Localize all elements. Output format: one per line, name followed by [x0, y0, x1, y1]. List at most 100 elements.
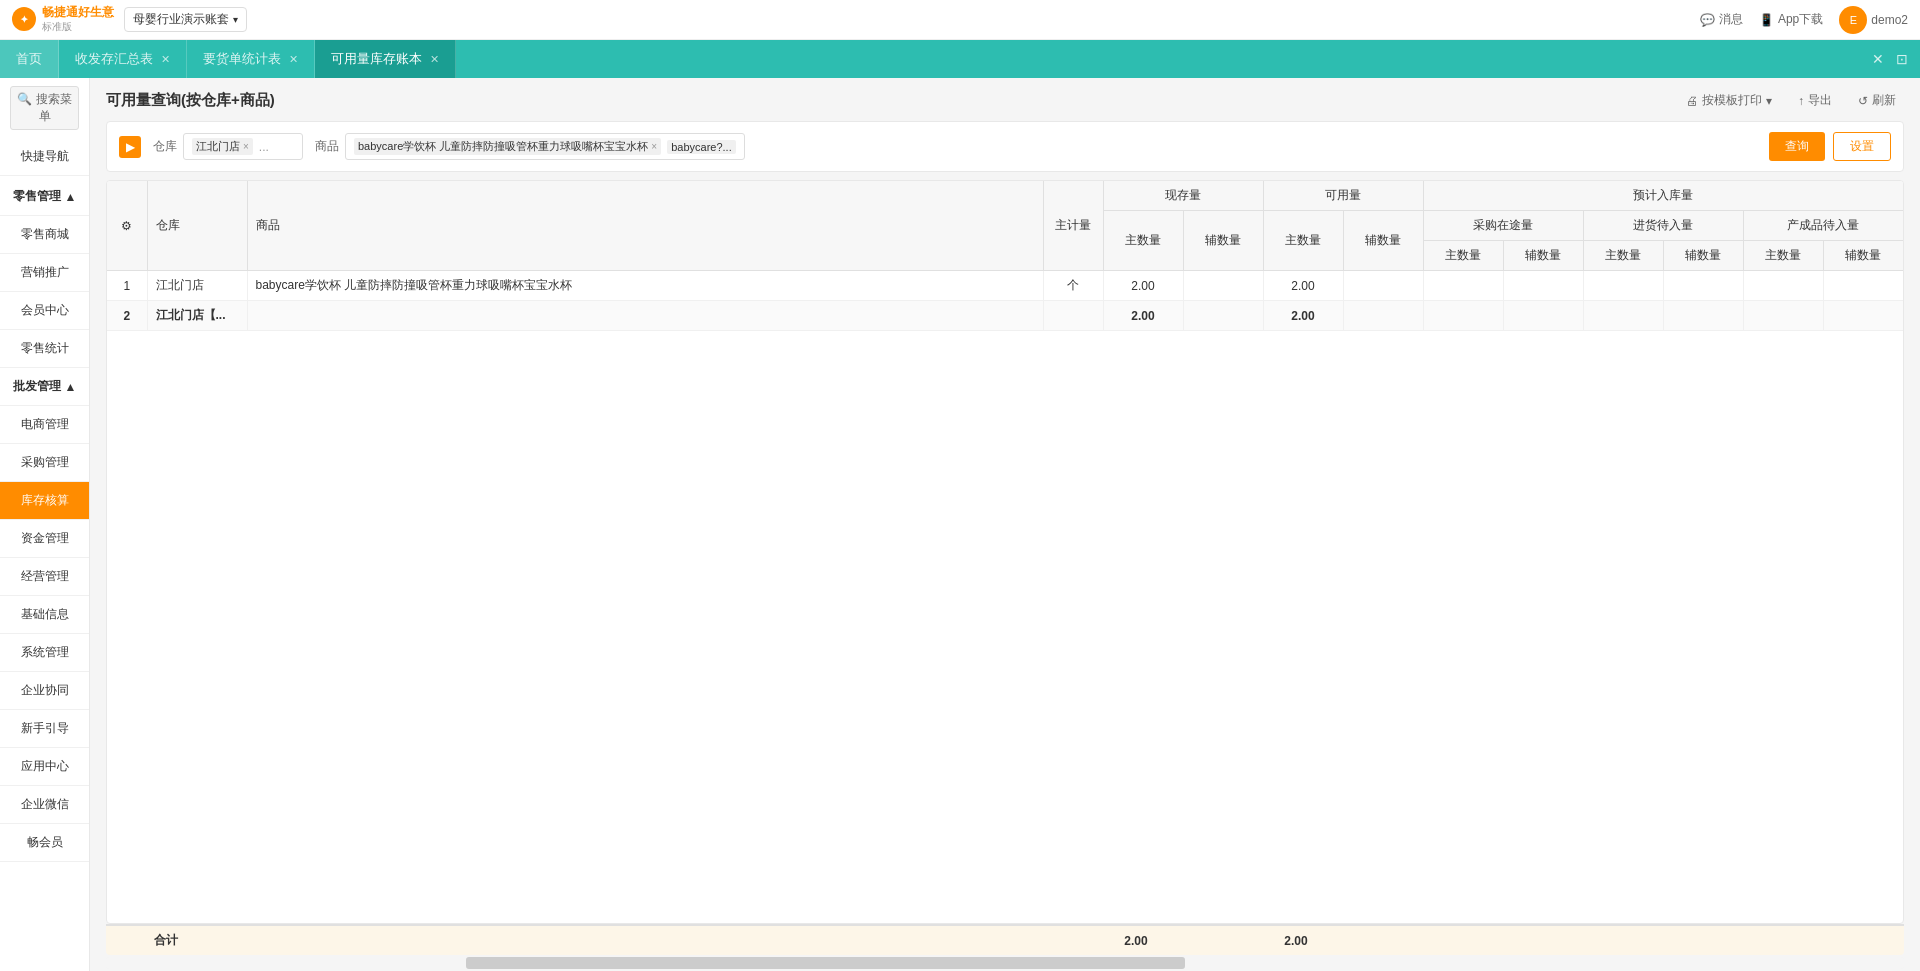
row2-unit [1043, 301, 1103, 331]
sidebar-item-basic-info[interactable]: 基础信息 [0, 596, 89, 634]
table-row: 1 江北门店 babycare学饮杯 儿童防摔防撞吸管杯重力球吸嘴杯宝宝水杯 个… [107, 271, 1903, 301]
print-icon: 🖨 [1686, 94, 1698, 108]
sidebar-item-wholesale-mgmt[interactable]: 批发管理 ▲ [0, 368, 89, 406]
content-area: 可用量查询(按仓库+商品) 🖨 按模板打印 ▾ ↑ 导出 ↺ 刷新 ▶ [90, 78, 1920, 971]
search-icon: 🔍 [17, 92, 32, 106]
sidebar-item-new-guide[interactable]: 新手引导 [0, 710, 89, 748]
table-container: ⚙ 仓库 商品 主计量 现存量 可用量 预计入库量 主数量 辅数量 主数量 辅数… [106, 180, 1904, 924]
user-area[interactable]: E demo2 [1839, 6, 1908, 34]
sidebar-item-purchase-mgmt[interactable]: 采购管理 [0, 444, 89, 482]
th-pur-aux: 辅数量 [1503, 241, 1583, 271]
warehouse-more-btn[interactable]: ... [259, 140, 269, 154]
row2-stock-main: 2.00 [1103, 301, 1183, 331]
goods-input[interactable]: babycare学饮杯 儿童防摔防撞吸管杯重力球吸嘴杯宝宝水杯 × babyca… [345, 133, 745, 160]
scrollbar-thumb[interactable] [466, 957, 1185, 969]
row2-goods [247, 301, 1043, 331]
refresh-btn[interactable]: ↺ 刷新 [1850, 88, 1904, 113]
row1-stock-aux [1183, 271, 1263, 301]
th-pur-main: 主数量 [1423, 241, 1503, 271]
page-header: 可用量查询(按仓库+商品) 🖨 按模板打印 ▾ ↑ 导出 ↺ 刷新 [90, 78, 1920, 121]
table-footer: 合计 2.00 2.00 [106, 924, 1904, 955]
tab-close-receive-pay[interactable]: ✕ [161, 53, 170, 66]
sidebar-item-retail-mgmt[interactable]: 零售管理 ▲ [0, 178, 89, 216]
goods-tag-2: babycare?... [667, 140, 736, 154]
row2-pur-main [1423, 301, 1503, 331]
refresh-icon: ↺ [1858, 94, 1868, 108]
th-available-group: 可用量 [1263, 181, 1423, 211]
sidebar-item-member-club[interactable]: 畅会员 [0, 824, 89, 862]
warehouse-tag-del[interactable]: × [243, 141, 249, 152]
app-download-btn[interactable]: 📱 App下载 [1759, 11, 1823, 28]
gear-icon[interactable]: ⚙ [121, 219, 132, 233]
row2-prod-aux [1823, 301, 1903, 331]
sidebar-item-enterprise-collab[interactable]: 企业协同 [0, 672, 89, 710]
top-bar: ✦ 畅捷通好生意 标准版 母婴行业演示账套 ▾ 💬 消息 📱 App下载 E d… [0, 0, 1920, 40]
goods-filter-label: 商品 [315, 138, 339, 155]
data-table: ⚙ 仓库 商品 主计量 现存量 可用量 预计入库量 主数量 辅数量 主数量 辅数… [107, 181, 1903, 331]
goods-tag-1-del[interactable]: × [651, 141, 657, 152]
sidebar-search-area: 🔍 搜索菜单 [0, 78, 89, 138]
sidebar-item-quick-nav[interactable]: 快捷导航 [0, 138, 89, 176]
row1-unit: 个 [1043, 271, 1103, 301]
industry-selector[interactable]: 母婴行业演示账套 ▾ [124, 7, 247, 32]
chevron-down-icon: ▾ [233, 14, 238, 25]
avatar: E [1839, 6, 1867, 34]
settings-button[interactable]: 设置 [1833, 132, 1891, 161]
sidebar: 🔍 搜索菜单 快捷导航 零售管理 ▲ 零售商城 营销推广 会员中心 零售统计 [0, 78, 90, 971]
tab-available-stock[interactable]: 可用量库存账本 ✕ [315, 40, 456, 78]
sidebar-item-retail-stats[interactable]: 零售统计 [0, 330, 89, 368]
th-forecast-group: 预计入库量 [1423, 181, 1903, 211]
sidebar-item-retail-mall[interactable]: 零售商城 [0, 216, 89, 254]
print-btn[interactable]: 🖨 按模板打印 ▾ [1678, 88, 1780, 113]
th-purchase-group: 采购在途量 [1423, 211, 1583, 241]
row1-avail-aux [1343, 271, 1423, 301]
warehouse-filter: 仓库 江北门店 × ... [153, 133, 303, 160]
sidebar-item-ecommerce-mgmt[interactable]: 电商管理 [0, 406, 89, 444]
tab-order-stat[interactable]: 要货单统计表 ✕ [187, 40, 315, 78]
message-btn[interactable]: 💬 消息 [1700, 11, 1743, 28]
sidebar-item-enterprise-wechat[interactable]: 企业微信 [0, 786, 89, 824]
tab-close-available-stock[interactable]: ✕ [430, 53, 439, 66]
row2-seq: 2 [107, 301, 147, 331]
chevron-print-icon: ▾ [1766, 94, 1772, 108]
sidebar-item-ops-mgmt[interactable]: 经营管理 [0, 558, 89, 596]
tab-home[interactable]: 首页 [0, 40, 59, 78]
horizontal-scrollbar[interactable] [106, 957, 1904, 969]
sidebar-item-marketing[interactable]: 营销推广 [0, 254, 89, 292]
row1-pur-aux [1503, 271, 1583, 301]
app-icon: 📱 [1759, 13, 1774, 27]
search-menu-btn[interactable]: 🔍 搜索菜单 [10, 86, 79, 130]
th-unit: 主计量 [1043, 181, 1103, 271]
close-window-btn[interactable]: ✕ [1868, 49, 1888, 69]
top-bar-right: 💬 消息 📱 App下载 E demo2 [1700, 6, 1908, 34]
footer-avail-main: 2.00 [1256, 934, 1336, 948]
query-button[interactable]: 查询 [1769, 132, 1825, 161]
th-prod-main: 主数量 [1743, 241, 1823, 271]
th-production-group: 产成品待入量 [1743, 211, 1903, 241]
sidebar-item-finance-mgmt[interactable]: 资金管理 [0, 520, 89, 558]
goods-tag-1: babycare学饮杯 儿童防摔防撞吸管杯重力球吸嘴杯宝宝水杯 × [354, 138, 661, 155]
row2-avail-main: 2.00 [1263, 301, 1343, 331]
export-btn[interactable]: ↑ 导出 [1790, 88, 1840, 113]
tab-close-order-stat[interactable]: ✕ [289, 53, 298, 66]
row2-warehouse: 江北门店【... [147, 301, 247, 331]
brand-name: 畅捷通好生意 [42, 5, 114, 19]
row1-stock-main: 2.00 [1103, 271, 1183, 301]
row2-pur-aux [1503, 301, 1583, 331]
th-prod-aux: 辅数量 [1823, 241, 1903, 271]
th-goods: 商品 [247, 181, 1043, 271]
main-layout: 🔍 搜索菜单 快捷导航 零售管理 ▲ 零售商城 营销推广 会员中心 零售统计 [0, 78, 1920, 971]
sidebar-item-member-center[interactable]: 会员中心 [0, 292, 89, 330]
sidebar-item-sys-mgmt[interactable]: 系统管理 [0, 634, 89, 672]
tab-receive-pay[interactable]: 收发存汇总表 ✕ [59, 40, 187, 78]
sidebar-item-app-center[interactable]: 应用中心 [0, 748, 89, 786]
sidebar-item-inventory-mgmt[interactable]: 库存核算 [0, 482, 89, 520]
th-stock-group: 现存量 [1103, 181, 1263, 211]
row2-stock-aux [1183, 301, 1263, 331]
row2-inb-aux [1663, 301, 1743, 331]
filter-toggle-btn[interactable]: ▶ [119, 136, 141, 158]
row1-prod-main [1743, 271, 1823, 301]
maximize-window-btn[interactable]: ⊡ [1892, 49, 1912, 69]
message-icon: 💬 [1700, 13, 1715, 27]
warehouse-input[interactable]: 江北门店 × ... [183, 133, 303, 160]
